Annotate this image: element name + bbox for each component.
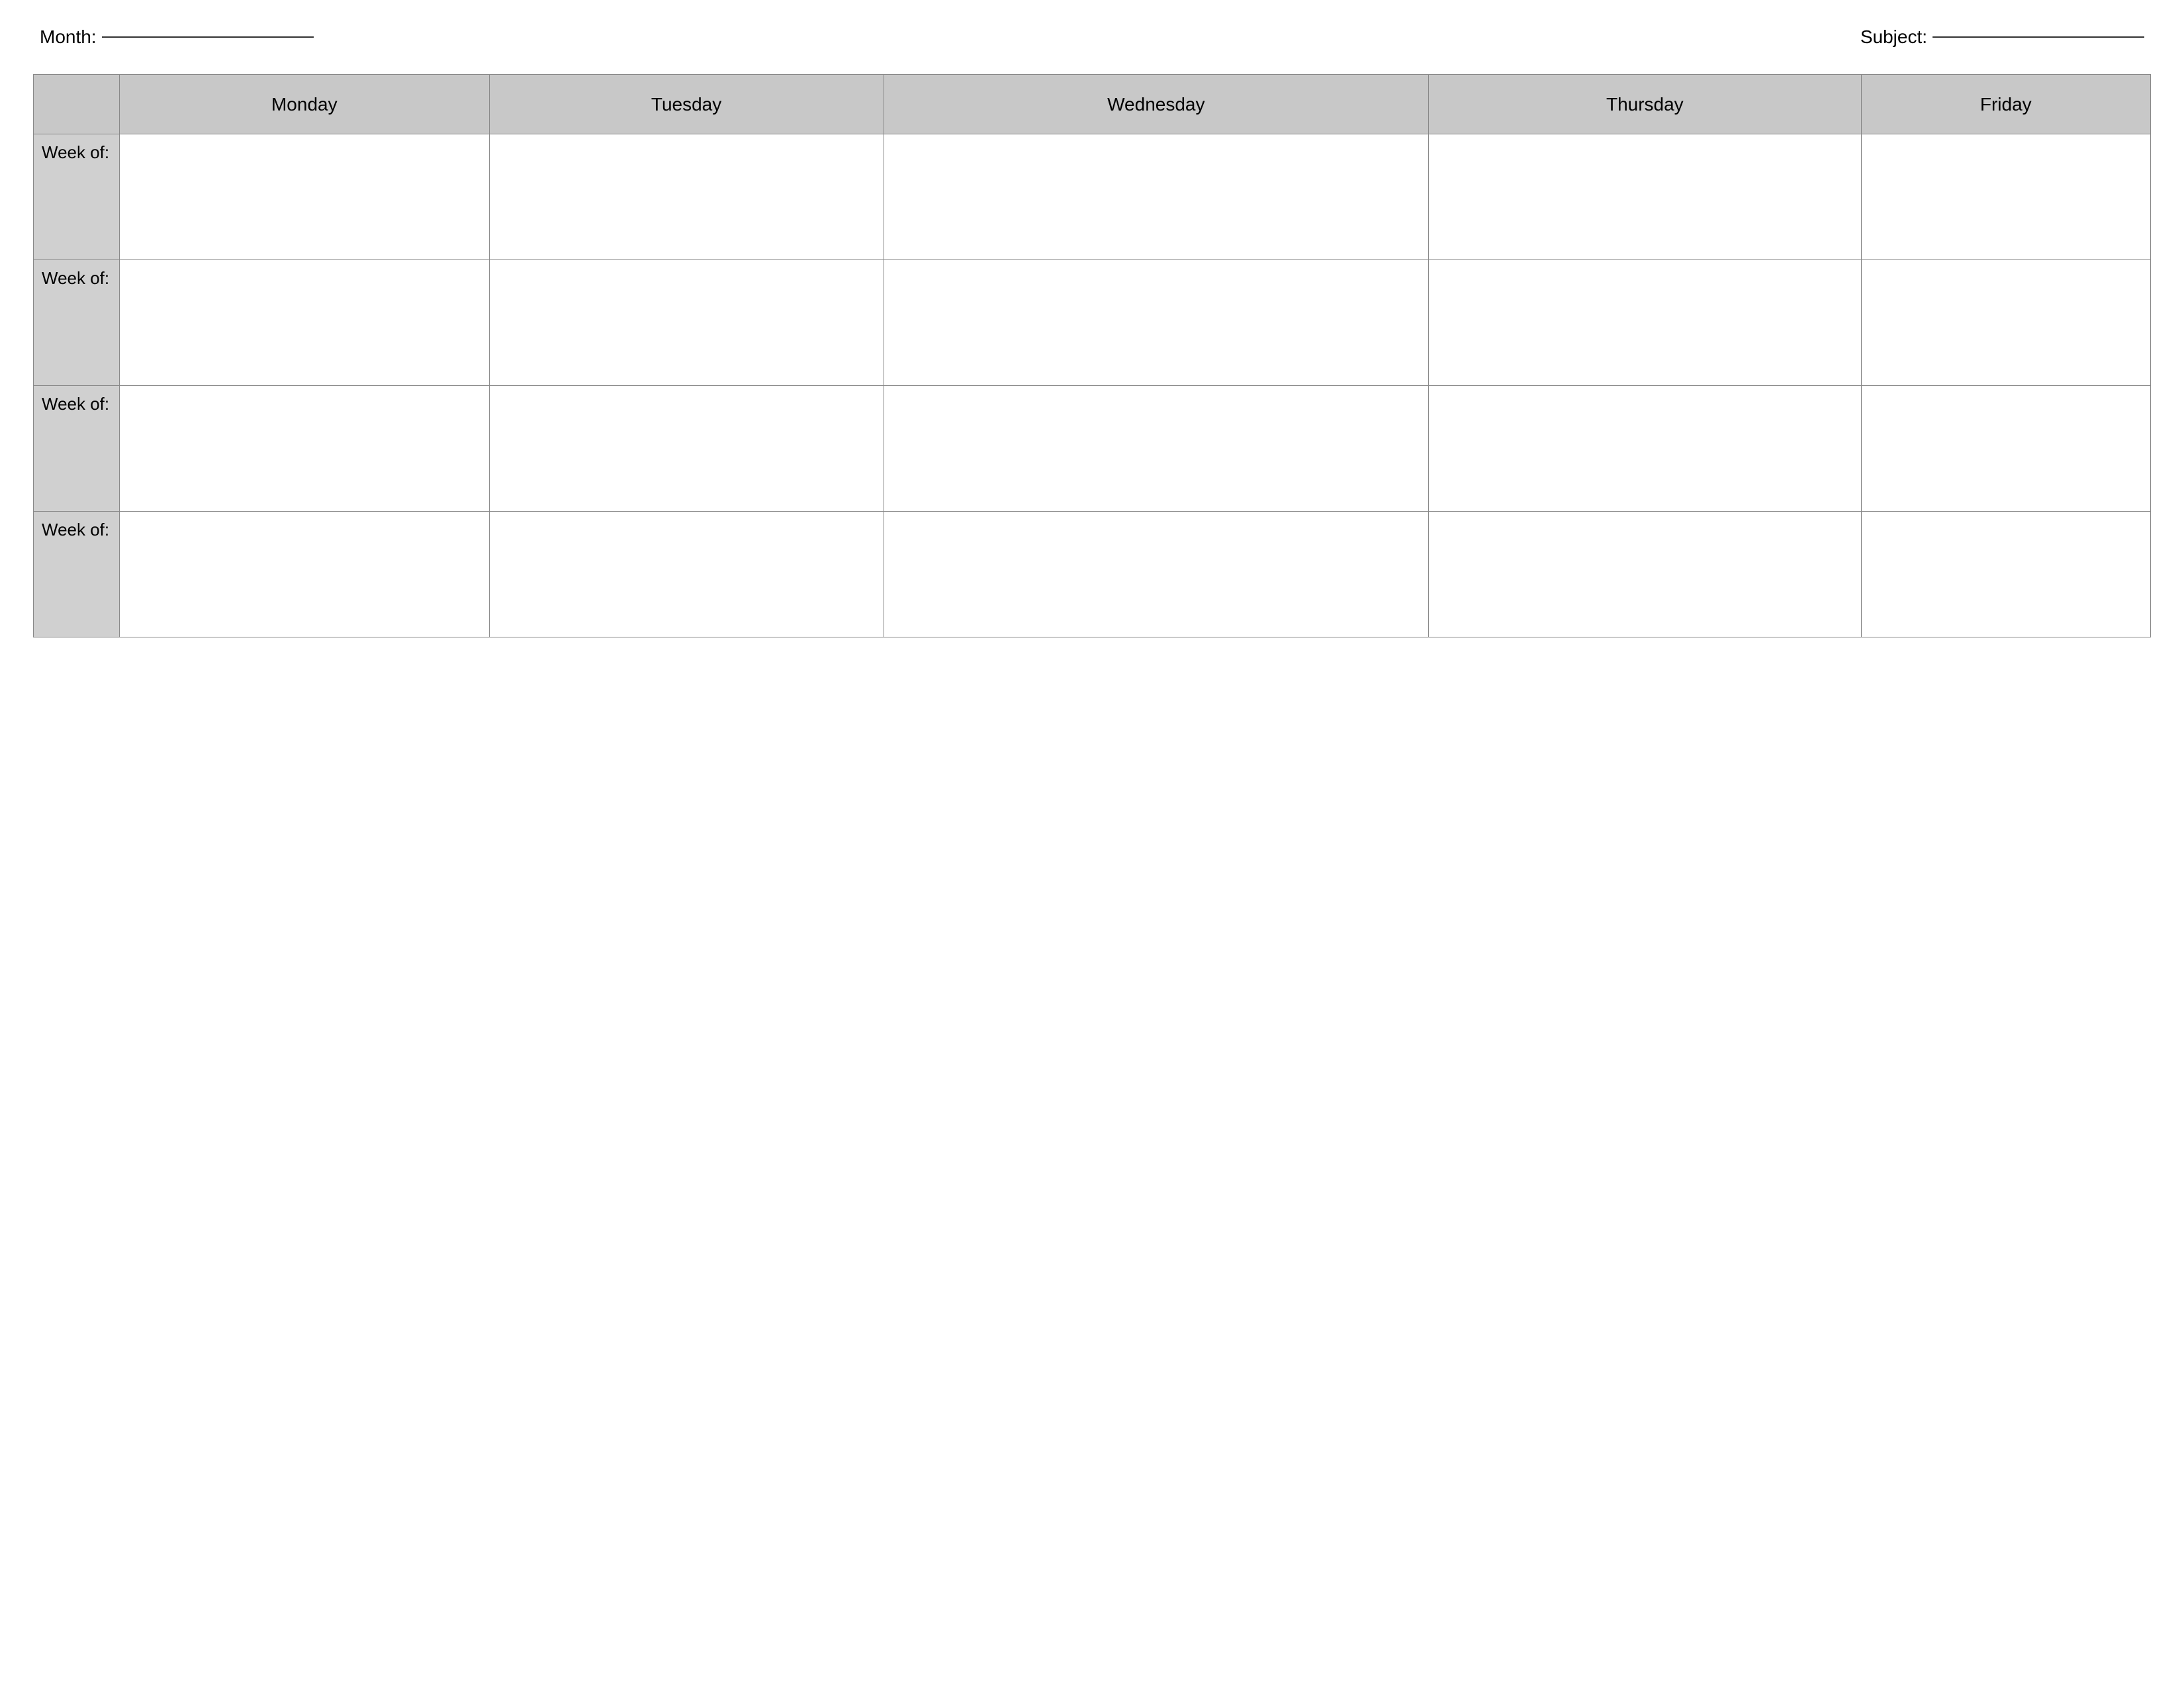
- tuesday-cell-row4[interactable]: [489, 512, 884, 637]
- wednesday-header: Wednesday: [884, 75, 1429, 134]
- tuesday-cell-row2[interactable]: [489, 260, 884, 386]
- calendar-body: Week of:Week of:Week of:Week of:: [34, 134, 2151, 637]
- monday-cell-row4[interactable]: [120, 512, 490, 637]
- weekly-calendar-table: Monday Tuesday Wednesday Thursday Friday…: [33, 74, 2151, 637]
- friday-cell-row2[interactable]: [1861, 260, 2150, 386]
- monday-cell-row3[interactable]: [120, 386, 490, 512]
- thursday-cell-row2[interactable]: [1429, 260, 1861, 386]
- tuesday-cell-row1[interactable]: [489, 134, 884, 260]
- month-input-underline[interactable]: [102, 36, 314, 38]
- week-label-cell: Week of:: [34, 134, 120, 260]
- friday-cell-row4[interactable]: [1861, 512, 2150, 637]
- week-label-cell: Week of:: [34, 512, 120, 637]
- table-row: Week of:: [34, 260, 2151, 386]
- subject-field[interactable]: Subject:: [1860, 26, 2144, 48]
- table-row: Week of:: [34, 134, 2151, 260]
- thursday-cell-row3[interactable]: [1429, 386, 1861, 512]
- tuesday-cell-row3[interactable]: [489, 386, 884, 512]
- table-row: Week of:: [34, 386, 2151, 512]
- tuesday-header: Tuesday: [489, 75, 884, 134]
- friday-header: Friday: [1861, 75, 2150, 134]
- thursday-header: Thursday: [1429, 75, 1861, 134]
- friday-cell-row3[interactable]: [1861, 386, 2150, 512]
- monday-cell-row1[interactable]: [120, 134, 490, 260]
- month-field[interactable]: Month:: [40, 26, 314, 48]
- friday-cell-row1[interactable]: [1861, 134, 2150, 260]
- thursday-cell-row1[interactable]: [1429, 134, 1861, 260]
- week-label-cell: Week of:: [34, 260, 120, 386]
- header-row: Monday Tuesday Wednesday Thursday Friday: [34, 75, 2151, 134]
- wednesday-cell-row4[interactable]: [884, 512, 1429, 637]
- week-label-cell: Week of:: [34, 386, 120, 512]
- month-label: Month:: [40, 26, 97, 48]
- subject-input-underline[interactable]: [1933, 36, 2144, 38]
- thursday-cell-row4[interactable]: [1429, 512, 1861, 637]
- table-row: Week of:: [34, 512, 2151, 637]
- wednesday-cell-row3[interactable]: [884, 386, 1429, 512]
- subject-label: Subject:: [1860, 26, 1927, 48]
- monday-cell-row2[interactable]: [120, 260, 490, 386]
- wednesday-cell-row1[interactable]: [884, 134, 1429, 260]
- monday-header: Monday: [120, 75, 490, 134]
- wednesday-cell-row2[interactable]: [884, 260, 1429, 386]
- empty-header-cell: [34, 75, 120, 134]
- page-header: Month: Subject:: [33, 26, 2151, 48]
